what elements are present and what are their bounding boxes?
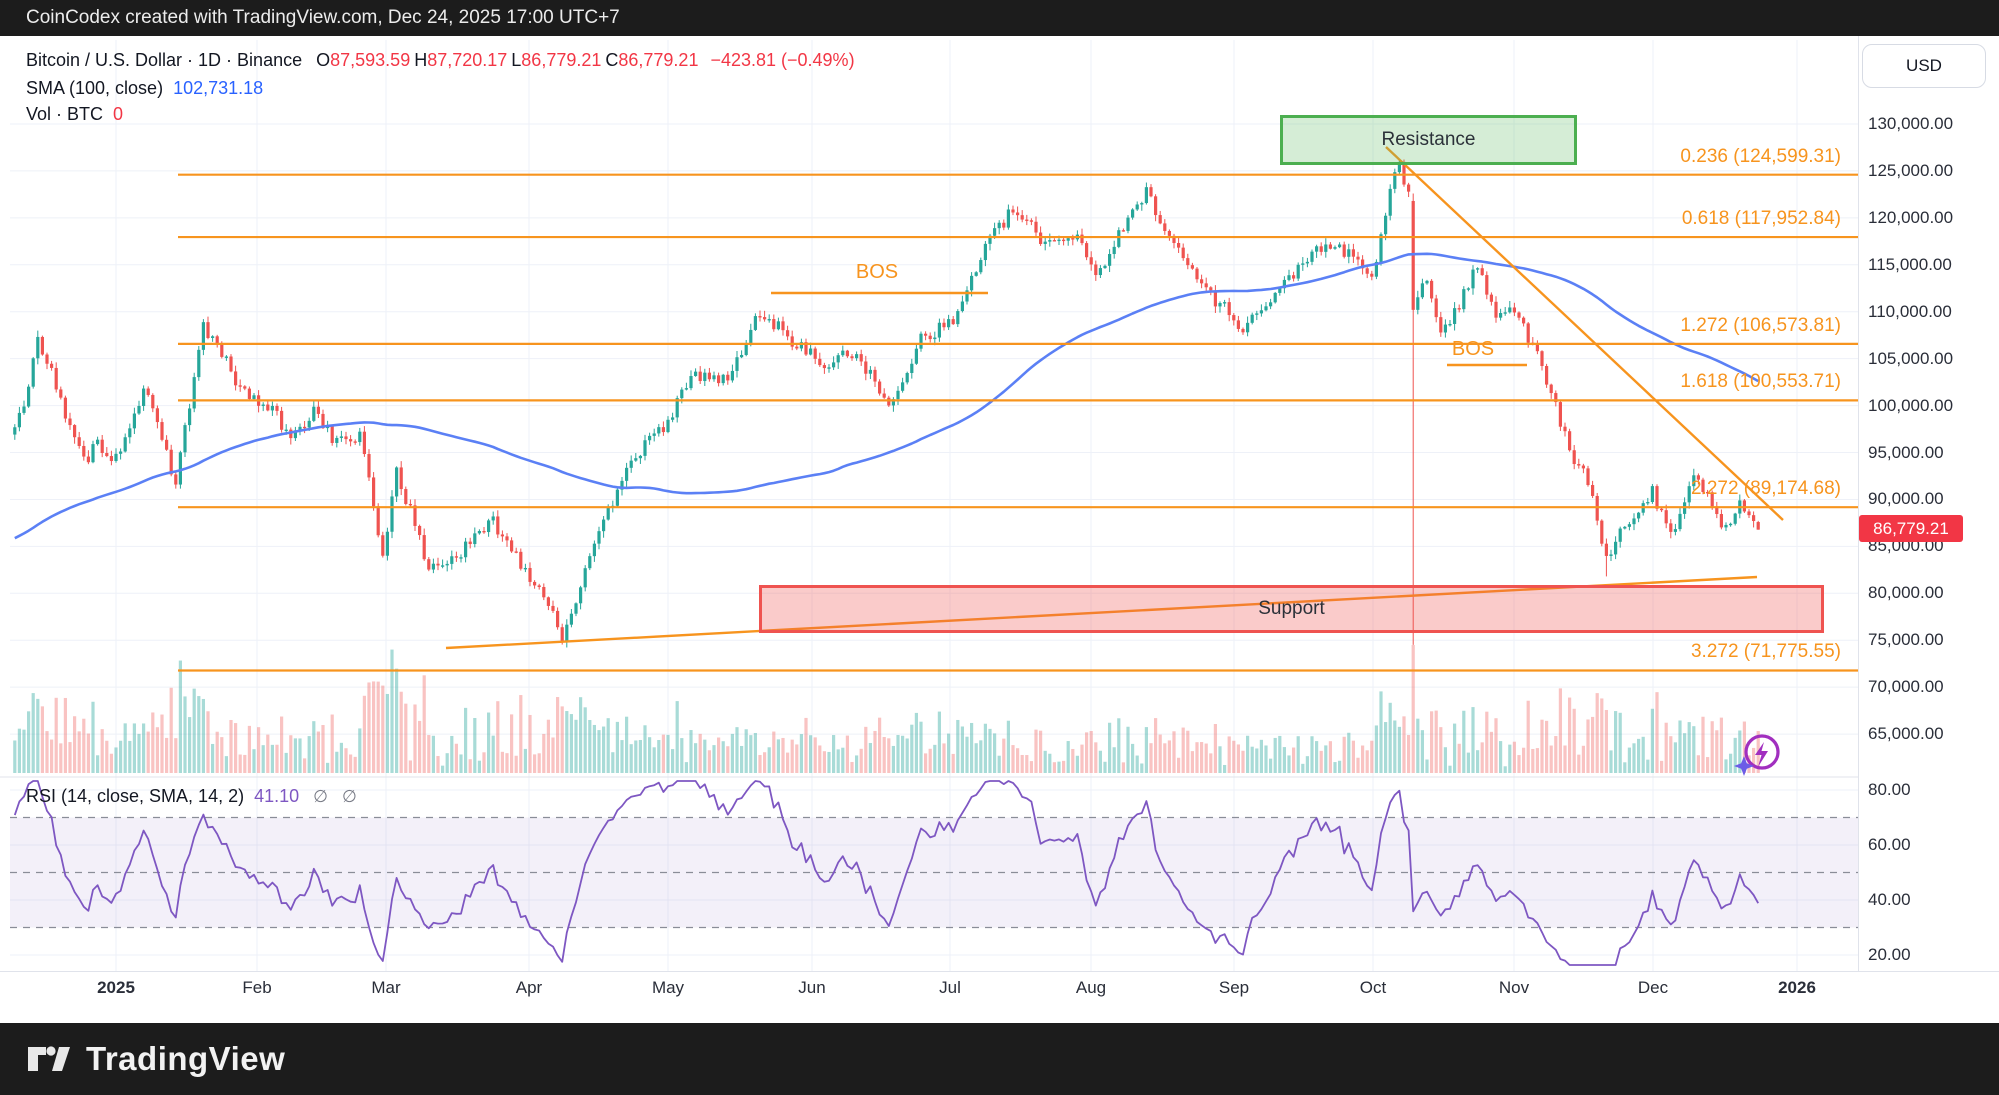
ohlc-token: H87,720.17 (414, 50, 507, 71)
time-axis-label: Feb (242, 978, 271, 998)
fib-level-label[interactable]: 2.272 (89,174.68) (1691, 478, 1841, 500)
time-axis-label: Mar (371, 978, 400, 998)
time-axis-label: Sep (1219, 978, 1249, 998)
time-axis-label: 2026 (1778, 978, 1816, 998)
price-axis-label: 75,000.00 (1868, 630, 1944, 650)
ohlc-token: O87,593.59 (316, 50, 410, 71)
ohlc-letter: O (316, 50, 330, 70)
sparkle (1734, 756, 1754, 776)
lightning-bolt (1755, 742, 1768, 767)
sma-label: SMA (100, close) (26, 78, 163, 99)
rsi-source-icon[interactable]: ∅ (313, 787, 328, 807)
rsi-axis-label: 20.00 (1868, 945, 1911, 965)
sma-legend-row: SMA (100, close) 102,731.18 (26, 78, 263, 99)
ohlc-token: L86,779.21 (511, 50, 601, 71)
fib-level-label[interactable]: 0.618 (117,952.84) (1682, 208, 1841, 230)
resistance-label: Resistance (1382, 129, 1476, 151)
time-axis-label: Oct (1360, 978, 1386, 998)
bos-label-2[interactable]: BOS (1433, 338, 1513, 361)
price-axis-label: 110,000.00 (1868, 302, 1952, 322)
ohlc-letter: C (605, 50, 618, 70)
price-axis-label: 70,000.00 (1868, 677, 1944, 697)
rsi-legend-row: RSI (14, close, SMA, 14, 2) 41.10 ∅ ∅ (26, 786, 357, 807)
resistance-zone[interactable]: Resistance (1280, 115, 1577, 165)
time-axis-label: Dec (1638, 978, 1668, 998)
currency-toggle-button[interactable]: USD (1862, 44, 1986, 88)
ohlc-number: 87,593.59 (330, 50, 410, 70)
ohlc-values: O87,593.59H87,720.17L86,779.21C86,779.21 (316, 50, 702, 71)
time-axis-label: Nov (1499, 978, 1529, 998)
footer-bar: TradingView (0, 1023, 1999, 1095)
tradingview-chart-window: CoinCodex created with TradingView.com, … (0, 0, 1999, 1095)
fib-level-label[interactable]: 1.272 (106,573.81) (1680, 315, 1841, 337)
volume-value: 0 (113, 104, 123, 125)
attribution-bar: CoinCodex created with TradingView.com, … (0, 0, 1999, 36)
price-axis-label: 80,000.00 (1868, 583, 1944, 603)
time-axis-label: Jun (798, 978, 825, 998)
price-axis-label: 90,000.00 (1868, 489, 1944, 509)
price-axis-label: 105,000.00 (1868, 349, 1953, 369)
price-axis-label: 130,000.00 (1868, 114, 1953, 134)
fib-level-label[interactable]: 3.272 (71,775.55) (1691, 641, 1841, 663)
volume-label: Vol · BTC (26, 104, 103, 125)
tradingview-logo-icon[interactable] (26, 1041, 72, 1077)
time-axis-label: Aug (1076, 978, 1106, 998)
time-axis-label: May (652, 978, 684, 998)
support-zone[interactable]: Support (759, 585, 1824, 633)
attribution-text: CoinCodex created with TradingView.com, … (26, 7, 620, 28)
ohlc-number: 87,720.17 (427, 50, 507, 70)
support-label: Support (1258, 598, 1325, 620)
symbol-title: Bitcoin / U.S. Dollar · 1D · Binance (26, 50, 302, 71)
price-axis-label: 100,000.00 (1868, 396, 1953, 416)
fib-level-label[interactable]: 0.236 (124,599.31) (1680, 146, 1841, 168)
rsi-axis-label: 60.00 (1868, 835, 1911, 855)
fib-level-label[interactable]: 1.618 (100,553.71) (1680, 371, 1841, 393)
change-value: −423.81 (−0.49%) (710, 50, 854, 71)
ohlc-number: 86,779.21 (618, 50, 698, 70)
time-axis[interactable] (0, 971, 1999, 1024)
price-axis-label: 95,000.00 (1868, 443, 1944, 463)
rsi-label: RSI (14, close, SMA, 14, 2) (26, 786, 244, 807)
rsi-axis-label: 80.00 (1868, 780, 1911, 800)
rsi-band (10, 818, 1858, 928)
bos-label-1[interactable]: BOS (830, 261, 924, 284)
last-price-badge: 86,779.21 (1859, 515, 1963, 542)
time-axis-label: Apr (516, 978, 542, 998)
price-axis-label: 65,000.00 (1868, 724, 1944, 744)
time-axis-label: 2025 (97, 978, 135, 998)
rsi-ma-icon[interactable]: ∅ (342, 787, 357, 807)
ohlc-number: 86,779.21 (521, 50, 601, 70)
price-axis-label: 120,000.00 (1868, 208, 1953, 228)
ohlc-letter: L (511, 50, 521, 70)
tradingview-brand-text[interactable]: TradingView (86, 1040, 285, 1078)
sma-line[interactable] (15, 254, 1758, 538)
time-axis-label: Jul (939, 978, 961, 998)
flash-sparkle-icon[interactable] (1722, 722, 1794, 786)
rsi-axis-label: 40.00 (1868, 890, 1911, 910)
volume-histogram[interactable] (13, 645, 1760, 773)
volume-legend-row: Vol · BTC 0 (26, 104, 123, 125)
ohlc-letter: H (414, 50, 427, 70)
rsi-value: 41.10 (254, 786, 299, 807)
ohlc-token: C86,779.21 (605, 50, 698, 71)
price-axis-label: 125,000.00 (1868, 161, 1953, 181)
symbol-legend-row: Bitcoin / U.S. Dollar · 1D · Binance O87… (26, 50, 859, 71)
price-axis-label: 115,000.00 (1868, 255, 1952, 275)
sma-value: 102,731.18 (173, 78, 263, 99)
candlestick-series[interactable] (13, 159, 1760, 648)
